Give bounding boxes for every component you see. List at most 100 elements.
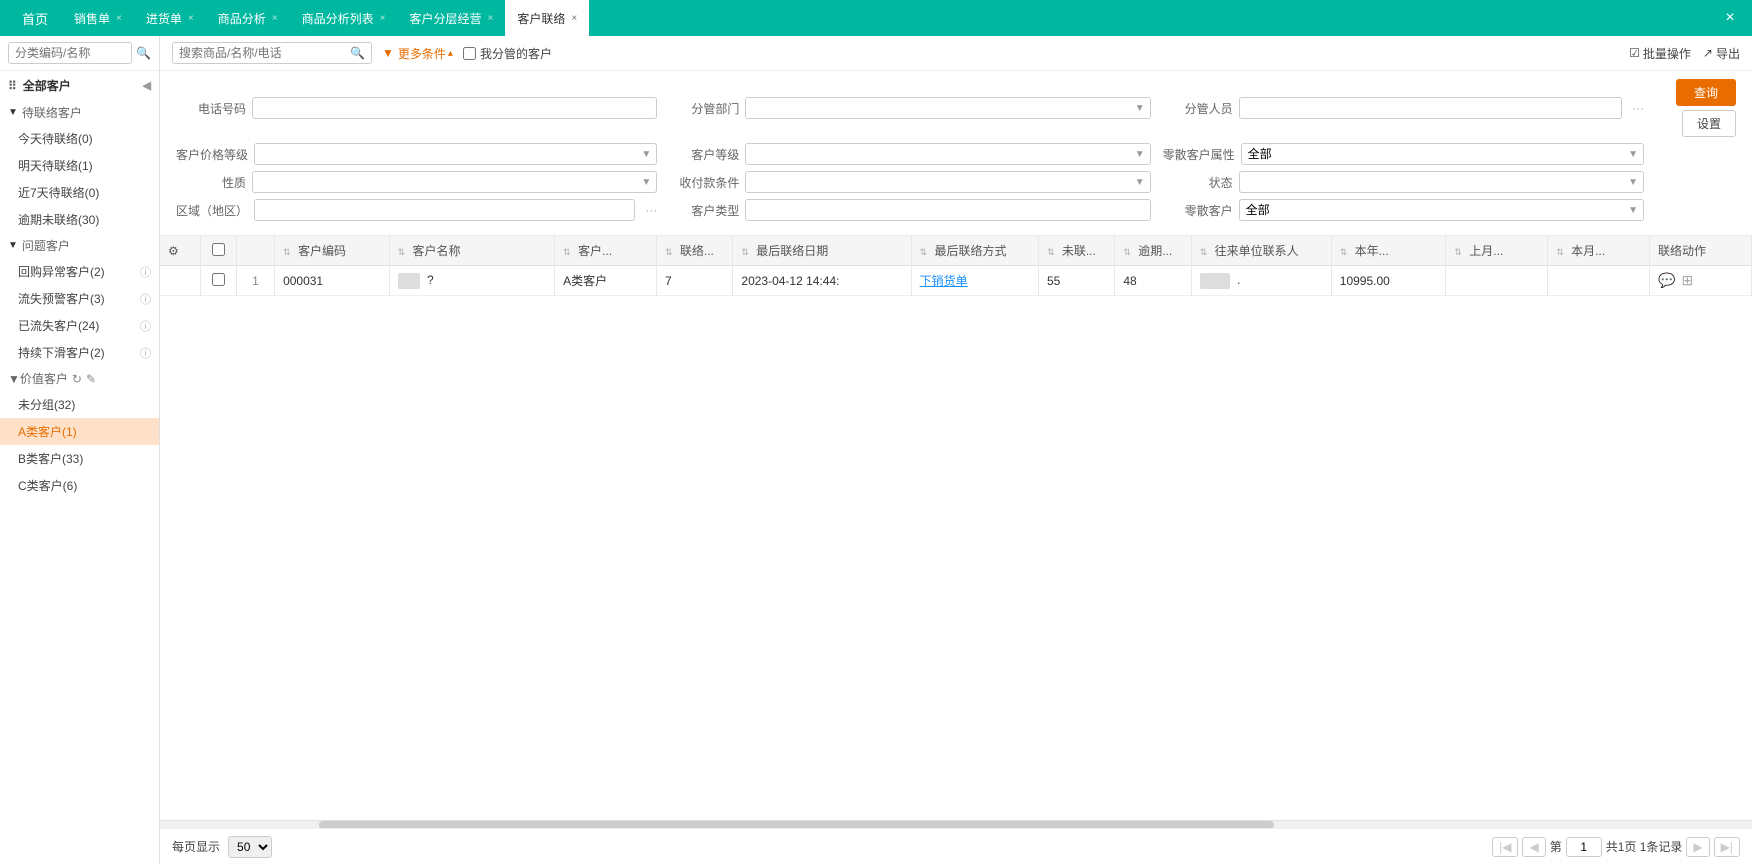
person-input[interactable] — [1239, 97, 1622, 119]
query-button[interactable]: 查询 — [1676, 79, 1736, 106]
th-contact[interactable]: ⇅ 联络... — [657, 236, 733, 266]
sidebar-item-overdue[interactable]: 逾期未联络(30) — [0, 206, 159, 233]
row-checkbox[interactable] — [212, 273, 225, 286]
th-type[interactable]: ⇅ 客户... — [555, 236, 657, 266]
settings-button[interactable]: 设置 — [1682, 110, 1736, 137]
phone-input[interactable] — [252, 97, 657, 119]
my-customers-checkbox[interactable]: 我分管的客户 — [463, 45, 552, 62]
row-this-month — [1548, 266, 1650, 296]
collapse-icon[interactable]: ◀ — [143, 79, 151, 92]
first-page-button[interactable]: |◀ — [1492, 837, 1518, 857]
close-tab-icon[interactable]: × — [272, 13, 278, 24]
sidebar-item-repurchase-abnormal[interactable]: 回购异常客户(2) ⓘ — [0, 258, 159, 285]
sidebar-item-7days[interactable]: 近7天待联络(0) — [0, 179, 159, 206]
sidebar-search-icon[interactable]: 🔍 — [136, 46, 151, 60]
sidebar-search-input[interactable] — [8, 42, 132, 64]
sidebar-item-tomorrow[interactable]: 明天待联络(1) — [0, 152, 159, 179]
search-input[interactable] — [179, 46, 350, 60]
info-icon[interactable]: ⓘ — [140, 318, 151, 334]
th-uncontacted[interactable]: ⇅ 未联... — [1038, 236, 1114, 266]
row-last-method[interactable]: 下销货单 — [911, 266, 1038, 296]
close-tab-icon[interactable]: × — [487, 13, 493, 24]
payment-select[interactable] — [745, 171, 1150, 193]
sort-icon: ⇅ — [665, 247, 673, 257]
th-overdue[interactable]: ⇅ 逾期... — [1115, 236, 1191, 266]
th-last-month[interactable]: ⇅ 上月... — [1446, 236, 1548, 266]
row-contact: 7 — [657, 266, 733, 296]
th-this-year[interactable]: ⇅ 本年... — [1331, 236, 1446, 266]
prev-page-button[interactable]: ◀ — [1522, 837, 1545, 857]
tab-product-analysis[interactable]: 商品分析 × — [206, 0, 290, 36]
tab-product-analysis-list[interactable]: 商品分析列表 × — [290, 0, 398, 36]
search-icon[interactable]: 🔍 — [350, 46, 365, 60]
page-number-input[interactable] — [1566, 837, 1602, 857]
th-gear[interactable]: ⚙ — [160, 236, 201, 266]
export-icon: ↗ — [1703, 46, 1713, 60]
more-conditions-button[interactable]: ▼ 更多条件 ▴ — [382, 45, 453, 62]
th-name[interactable]: ⇅ 客户名称 — [389, 236, 555, 266]
horizontal-scrollbar[interactable] — [160, 820, 1752, 828]
batch-op-button[interactable]: ☑ 批量操作 — [1629, 45, 1691, 62]
info-icon[interactable]: ⓘ — [140, 345, 151, 361]
payment-select-wrap: ▼ — [745, 171, 1150, 193]
th-this-month[interactable]: ⇅ 本月... — [1548, 236, 1650, 266]
th-last-method[interactable]: ⇅ 最后联络方式 — [911, 236, 1038, 266]
close-tab-icon[interactable]: × — [188, 13, 194, 24]
tab-customer-tier[interactable]: 客户分层经营 × — [397, 0, 505, 36]
customer-type-input[interactable] — [745, 199, 1150, 221]
gear-icon[interactable]: ⚙ — [168, 244, 179, 258]
sort-icon: ⇅ — [1123, 247, 1131, 257]
export-button[interactable]: ↗ 导出 — [1703, 45, 1740, 62]
my-customers-check[interactable] — [463, 47, 476, 60]
row-number: 1 — [236, 266, 274, 296]
th-last-date[interactable]: ⇅ 最后联络日期 — [733, 236, 911, 266]
retail-customer-select[interactable]: 全部 — [1239, 199, 1644, 221]
sidebar-item-b-class[interactable]: B类客户(33) — [0, 445, 159, 472]
info-icon[interactable]: ⓘ — [140, 264, 151, 280]
close-all-tabs-button[interactable]: × — [1716, 4, 1744, 32]
nature-select[interactable] — [252, 171, 657, 193]
message-icon[interactable]: 💬 — [1658, 272, 1675, 289]
close-tab-icon[interactable]: × — [571, 13, 577, 24]
region-more-icon[interactable]: ··· — [645, 203, 657, 217]
row-type: A类客户 — [555, 266, 657, 296]
dept-select[interactable] — [745, 97, 1150, 119]
sidebar-item-churn-warning[interactable]: 流失预警客户(3) ⓘ — [0, 285, 159, 312]
sidebar-item-a-class[interactable]: A类客户(1) — [0, 418, 159, 445]
person-more-icon[interactable]: ··· — [1632, 101, 1644, 115]
price-grade-cell: 客户价格等级 ▼ — [176, 143, 669, 165]
region-input[interactable] — [254, 199, 635, 221]
sort-icon: ⇅ — [1200, 247, 1208, 257]
close-tab-icon[interactable]: × — [380, 13, 386, 24]
retail-attr-select[interactable]: 全部 — [1241, 143, 1644, 165]
last-page-button[interactable]: ▶| — [1714, 837, 1740, 857]
customer-grade-select[interactable] — [745, 143, 1150, 165]
retail-customer-label: 零散客户 — [1163, 202, 1233, 219]
sidebar-item-unclassified[interactable]: 未分组(32) — [0, 391, 159, 418]
sidebar-item-churned[interactable]: 已流失客户(24) ⓘ — [0, 312, 159, 339]
tab-sales-order[interactable]: 销售单 × — [62, 0, 134, 36]
all-customers-header[interactable]: ⠿ 全部客户 ◀ — [0, 71, 159, 100]
row-name: ? — [389, 266, 555, 296]
next-page-button[interactable]: ▶ — [1686, 837, 1709, 857]
info-icon[interactable]: ⓘ — [140, 291, 151, 307]
search-box: 🔍 — [172, 42, 372, 64]
refresh-icon[interactable]: ↻ — [72, 372, 82, 386]
select-all-checkbox[interactable] — [212, 243, 225, 256]
sidebar-item-c-class[interactable]: C类客户(6) — [0, 472, 159, 499]
th-unit-contact[interactable]: ⇅ 往来单位联系人 — [1191, 236, 1331, 266]
status-select[interactable] — [1239, 171, 1644, 193]
person-cell: 分管人员 ··· — [1163, 97, 1656, 119]
page-size-select[interactable]: 50 — [228, 836, 272, 858]
th-code[interactable]: ⇅ 客户编码 — [275, 236, 390, 266]
home-button[interactable]: 首页 — [8, 0, 62, 36]
qr-icon[interactable]: ⊞ — [1681, 272, 1693, 289]
sidebar-item-declining[interactable]: 持续下滑客户(2) ⓘ — [0, 339, 159, 366]
table-row: 1 000031 ? A类客户 7 2023-04-12 14:44: 下销货单… — [160, 266, 1752, 296]
price-grade-select[interactable] — [254, 143, 657, 165]
edit-icon[interactable]: ✎ — [86, 372, 96, 386]
sidebar-item-today[interactable]: 今天待联络(0) — [0, 125, 159, 152]
tab-customer-contact[interactable]: 客户联络 × — [505, 0, 589, 36]
close-tab-icon[interactable]: × — [116, 13, 122, 24]
tab-purchase-order[interactable]: 进货单 × — [134, 0, 206, 36]
